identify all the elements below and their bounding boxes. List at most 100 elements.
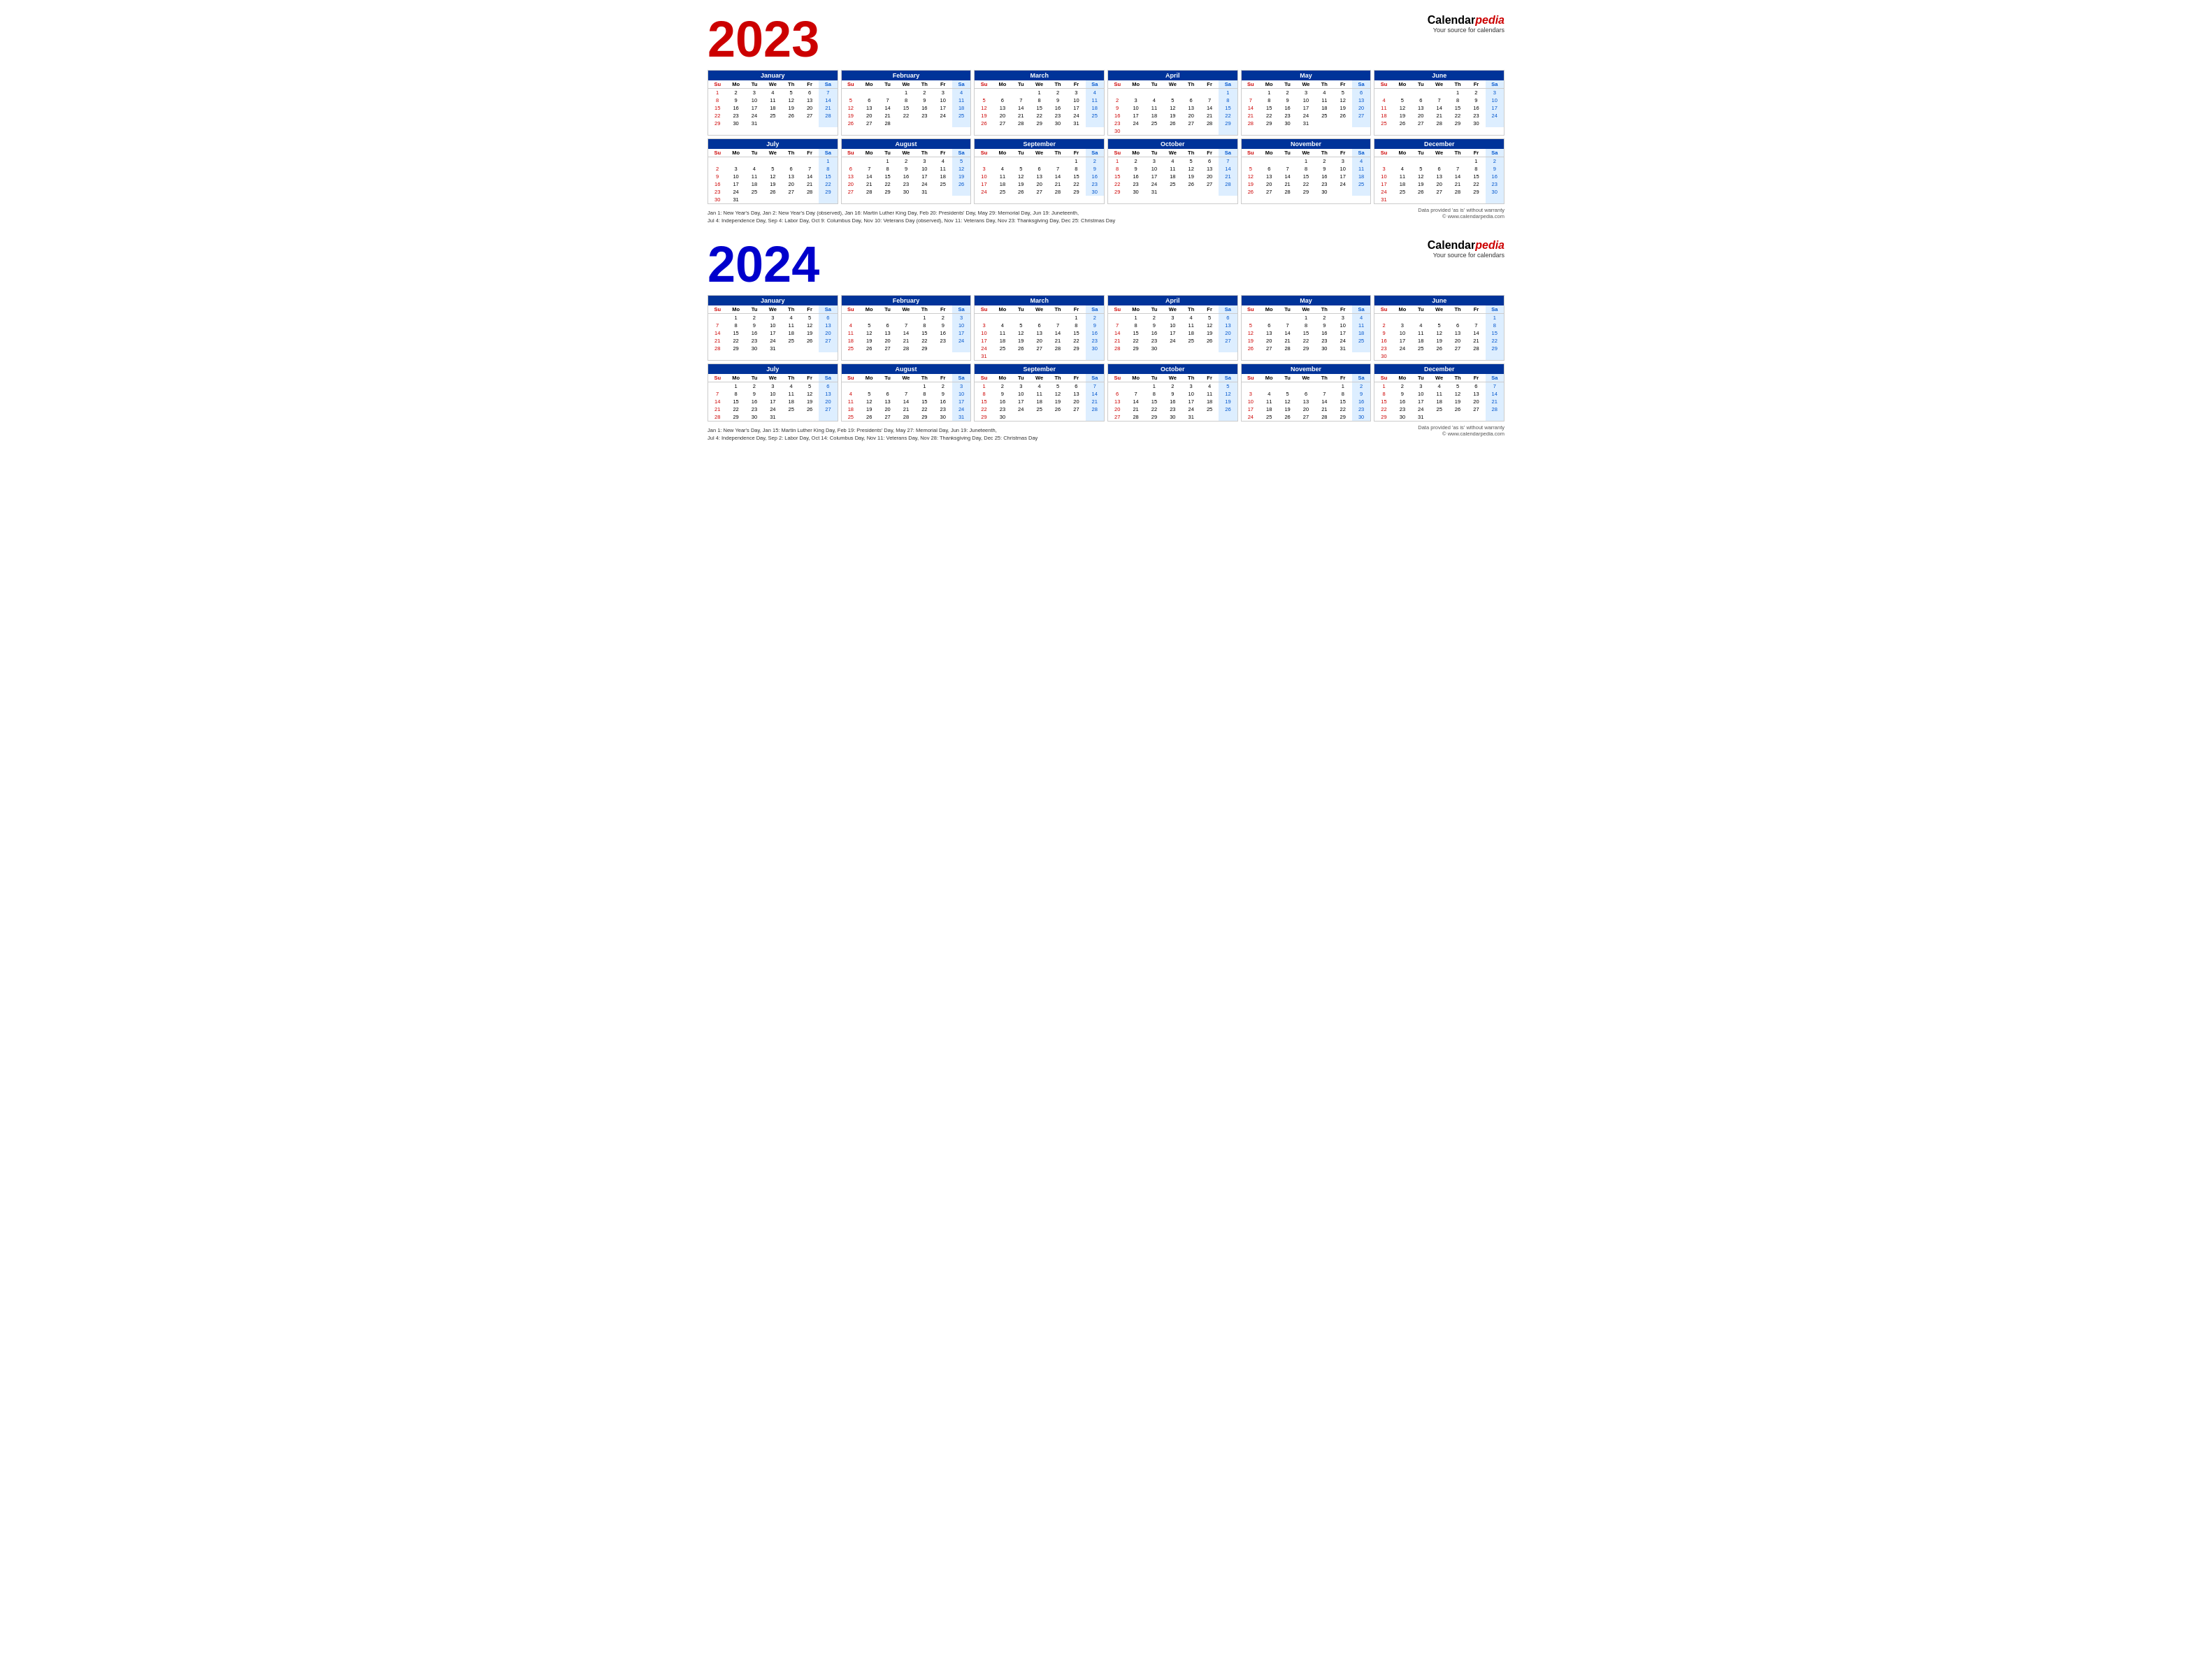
calendar-cell: 14	[1278, 173, 1296, 180]
calendar-cell: 4	[745, 165, 763, 173]
calendar-cell: 31	[975, 352, 993, 360]
calendar-cell: 19	[842, 112, 860, 120]
calendar-cell: 26	[800, 337, 819, 345]
calendar-cell: 18	[1412, 337, 1430, 345]
calendar-cell: 6	[1108, 390, 1126, 398]
calendar-cell	[1126, 89, 1144, 97]
calendar-cell: 26	[1200, 337, 1219, 345]
calendar-cell: 23	[1108, 120, 1126, 127]
day-header: Mo	[860, 374, 878, 382]
calendar-cell: 22	[1297, 337, 1315, 345]
calendar-cell: 6	[1260, 322, 1278, 329]
calendar-cell: 16	[897, 173, 915, 180]
calendar-cell: 3	[763, 313, 782, 322]
calendar-cell: 30	[1315, 345, 1333, 352]
calendar-cell: 22	[878, 180, 896, 188]
calendar-cell: 6	[1030, 165, 1048, 173]
calendar-cell: 1	[878, 157, 896, 166]
day-header: Fr	[1467, 149, 1485, 157]
day-header: Mo	[860, 305, 878, 314]
calendar-cell	[1219, 188, 1237, 196]
calendar-cell: 7	[1449, 165, 1467, 173]
calendar-cell: 12	[1449, 390, 1467, 398]
calendar-cell: 15	[726, 329, 745, 337]
calendar-cell: 10	[1012, 390, 1030, 398]
calendar-cell: 24	[763, 337, 782, 345]
calendar-cell: 8	[1219, 96, 1237, 104]
calendar-cell: 8	[1067, 165, 1085, 173]
months-row-2: JulySuMoTuWeThFrSa 123456789101112131415…	[708, 363, 1504, 422]
calendar-cell: 5	[1049, 382, 1067, 390]
calendar-cell: 3	[1067, 89, 1085, 97]
day-header: We	[1297, 374, 1315, 382]
calendar-cell: 19	[1242, 180, 1260, 188]
calendar-cell: 14	[897, 398, 915, 405]
calendar-cell: 10	[1242, 398, 1260, 405]
day-header: Su	[1108, 149, 1126, 157]
year-header: 2024 Calendarpedia Your source for calen…	[708, 239, 1504, 289]
calendar-cell	[1352, 120, 1370, 127]
calendar-cell: 23	[1315, 337, 1333, 345]
day-header: Th	[782, 80, 800, 89]
calendar-cell: 31	[952, 413, 970, 421]
month-title: June	[1374, 71, 1504, 80]
day-header: Sa	[1352, 374, 1370, 382]
calendar-cell: 22	[897, 112, 915, 120]
month-block: AugustSuMoTuWeThFrSa 1234567891011121314…	[841, 138, 972, 204]
calendar-cell: 1	[1067, 157, 1085, 166]
calendar-cell: 28	[1467, 345, 1485, 352]
calendar-cell: 24	[1012, 405, 1030, 413]
month-block: JanuarySuMoTuWeThFrSa 123456789101112131…	[708, 295, 838, 361]
calendar-cell: 22	[1030, 112, 1048, 120]
calendar-cell	[782, 345, 800, 352]
calendar-cell: 14	[1126, 398, 1144, 405]
calendar-cell: 30	[726, 120, 745, 127]
year-section: 2023 Calendarpedia Your source for calen…	[708, 14, 1504, 225]
calendar-cell: 20	[1352, 104, 1370, 112]
month-title: April	[1108, 296, 1237, 305]
calendar-cell	[1430, 89, 1448, 97]
calendar-cell: 28	[1278, 188, 1296, 196]
day-header: Tu	[878, 80, 896, 89]
calendar-cell: 25	[782, 337, 800, 345]
calendar-cell	[1163, 127, 1182, 135]
calendar-cell: 30	[1145, 345, 1163, 352]
calendar-cell: 1	[915, 313, 933, 322]
calendar-cell: 4	[842, 322, 860, 329]
calendar-cell: 7	[897, 322, 915, 329]
calendar-cell: 5	[800, 313, 819, 322]
calendar-cell: 21	[1430, 112, 1448, 120]
calendar-cell	[952, 120, 970, 127]
calendar-cell	[1163, 188, 1182, 196]
calendar-cell: 17	[1297, 104, 1315, 112]
calendar-cell: 15	[1030, 104, 1048, 112]
calendar-cell: 27	[1200, 180, 1219, 188]
calendar-cell: 24	[1126, 120, 1144, 127]
day-header: We	[1297, 149, 1315, 157]
calendar-cell: 13	[842, 173, 860, 180]
day-header: Sa	[1352, 149, 1370, 157]
calendar-cell: 31	[726, 196, 745, 203]
day-header: Mo	[1126, 80, 1144, 89]
day-header: We	[763, 305, 782, 314]
day-header: Su	[708, 80, 726, 89]
day-header: Sa	[1486, 80, 1504, 89]
day-header: Mo	[1393, 305, 1412, 314]
calendar-cell: 17	[1163, 329, 1182, 337]
day-header: Th	[1449, 80, 1467, 89]
calendar-cell: 3	[975, 322, 993, 329]
calendar-cell: 29	[1297, 345, 1315, 352]
calendar-cell	[819, 120, 837, 127]
calendar-cell	[1393, 313, 1412, 322]
calendar-cell	[1449, 352, 1467, 360]
calendar-cell: 11	[1352, 322, 1370, 329]
day-header: Mo	[1393, 149, 1412, 157]
calendar-cell: 28	[1242, 120, 1260, 127]
calendar-cell: 26	[1242, 345, 1260, 352]
day-header: Su	[1242, 80, 1260, 89]
calendar-cell: 29	[975, 413, 993, 421]
calendar-cell: 23	[708, 188, 726, 196]
calendar-cell	[1126, 382, 1144, 390]
calendar-cell: 6	[878, 390, 896, 398]
brand-pedia: pedia	[1475, 239, 1504, 251]
